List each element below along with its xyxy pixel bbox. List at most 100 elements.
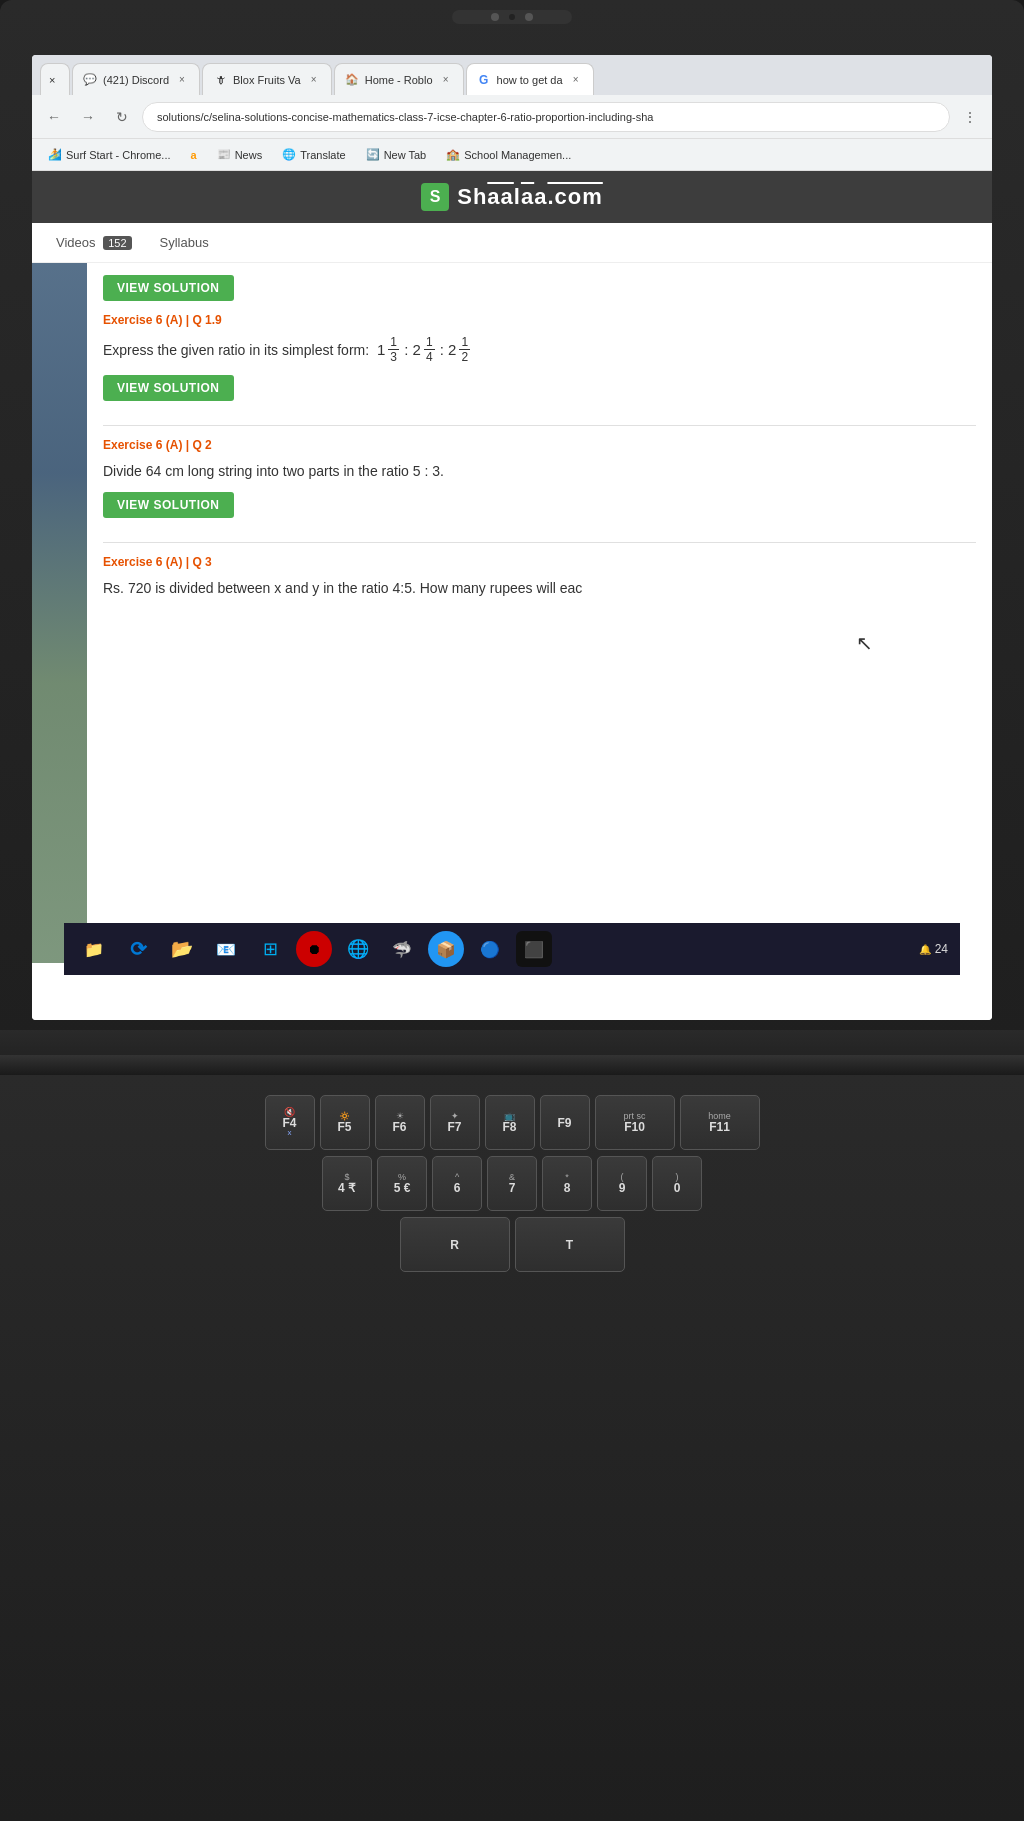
keyboard-rows: 🔇 F4 x 🔅 F5 ☀ F6 ✦ F7 📺 F8 F9: [40, 1095, 984, 1272]
home-tab-label: Home - Roblo: [365, 74, 433, 86]
key-6[interactable]: ^ 6: [432, 1156, 482, 1211]
tab-syllabus[interactable]: Syllabus: [152, 231, 217, 254]
bookmark-news[interactable]: 📰 News: [209, 146, 271, 163]
time-display: 🔔 24: [919, 942, 948, 956]
view-solution-btn-top[interactable]: VIEW SOLUTION: [103, 275, 234, 301]
taskbar-file-manager[interactable]: 📁: [76, 931, 112, 967]
frac-1-2: 12: [459, 335, 470, 365]
key-r[interactable]: R: [400, 1217, 510, 1272]
discord-favicon: 💬: [83, 73, 97, 87]
tab-google[interactable]: G how to get da ×: [466, 63, 594, 95]
school-label: School Managemen...: [464, 149, 571, 161]
main-content: VIEW SOLUTION Exercise 6 (A) | Q 1.9 Exp…: [87, 263, 992, 963]
forward-button[interactable]: →: [74, 103, 102, 131]
key-5[interactable]: % 5 €: [377, 1156, 427, 1211]
google-tab-label: how to get da: [497, 74, 563, 86]
view-solution-btn-1[interactable]: VIEW SOLUTION: [103, 375, 234, 401]
key-f10[interactable]: prt sc F10: [595, 1095, 675, 1150]
laptop-screen-area: × 💬 (421) Discord × 🗡 Blox Fruits Va × 🏠…: [0, 0, 1024, 1130]
bookmark-translate[interactable]: 🌐 Translate: [274, 146, 353, 163]
taskbar-edge[interactable]: ⟳: [120, 931, 156, 967]
tab-videos[interactable]: Videos 152: [48, 231, 140, 254]
browser-screen: × 💬 (421) Discord × 🗡 Blox Fruits Va × 🏠…: [32, 55, 992, 1020]
key-f11[interactable]: home F11: [680, 1095, 760, 1150]
translate-icon: 🌐: [282, 148, 296, 161]
side-panel: [32, 263, 87, 963]
key-4[interactable]: $ 4 ₹: [322, 1156, 372, 1211]
shaalaa-logo: S Shaalaa.com: [421, 183, 603, 211]
mixed-num-2: 214: [413, 335, 436, 365]
math-expression-1: 113 : 214 : 212: [377, 341, 471, 358]
tab-blox[interactable]: 🗡 Blox Fruits Va ×: [202, 63, 332, 95]
number-key-row: $ 4 ₹ % 5 € ^ 6 & 7 * 8 ( 9: [40, 1156, 984, 1211]
bookmark-amazon[interactable]: a: [183, 147, 205, 163]
key-t[interactable]: T: [515, 1217, 625, 1272]
taskbar-app2[interactable]: 📦: [428, 931, 464, 967]
taskbar-windows[interactable]: ⊞: [252, 931, 288, 967]
exercise-label-3: Exercise 6 (A) | Q 3: [103, 555, 976, 569]
key-f7[interactable]: ✦ F7: [430, 1095, 480, 1150]
key-7[interactable]: & 7: [487, 1156, 537, 1211]
extensions-button[interactable]: ⋮: [956, 103, 984, 131]
taskbar-chrome[interactable]: 🌐: [340, 931, 376, 967]
amazon-icon: a: [191, 149, 197, 161]
address-bar[interactable]: solutions/c/selina-solutions-concise-mat…: [142, 102, 950, 132]
blox-favicon: 🗡: [213, 73, 227, 87]
reload-button[interactable]: ↻: [108, 103, 136, 131]
key-f9[interactable]: F9: [540, 1095, 590, 1150]
view-solution-1-label: VIEW SOLUTION: [117, 381, 220, 395]
mixed-num-1: 113: [377, 335, 400, 365]
mixed-num-3: 212: [448, 335, 471, 365]
taskbar-app1[interactable]: 🦈: [384, 931, 420, 967]
bookmark-newtab[interactable]: 🔄 New Tab: [358, 146, 435, 163]
ratio-sep-2: :: [440, 341, 448, 358]
divider-2: [103, 542, 976, 543]
taskbar-record[interactable]: ⏺: [296, 931, 332, 967]
school-icon: 🏫: [446, 148, 460, 161]
exercise-label-1: Exercise 6 (A) | Q 1.9: [103, 313, 976, 327]
key-f8[interactable]: 📺 F8: [485, 1095, 535, 1150]
tab-discord[interactable]: 💬 (421) Discord ×: [72, 63, 200, 95]
bookmarks-bar: 🏄 Surf Start - Chrome... a 📰 News 🌐 Tran…: [32, 139, 992, 171]
address-bar-area: ← → ↻ solutions/c/selina-solutions-conci…: [32, 95, 992, 139]
question-text-1: Express the given ratio in its simplest …: [103, 335, 976, 365]
exercise-label-2: Exercise 6 (A) | Q 2: [103, 438, 976, 452]
back-button[interactable]: ←: [40, 103, 68, 131]
taskbar-mail[interactable]: 📧: [208, 931, 244, 967]
close-all-icon: ×: [49, 74, 55, 86]
taskbar-app3[interactable]: 🔵: [472, 931, 508, 967]
frac-1-3: 13: [388, 335, 399, 365]
page-content: S Shaalaa.com Videos 152 Syllabus: [32, 171, 992, 1020]
news-icon: 📰: [217, 148, 231, 161]
ratio-sep-1: :: [404, 341, 412, 358]
key-f5[interactable]: 🔅 F5: [320, 1095, 370, 1150]
key-f4[interactable]: 🔇 F4 x: [265, 1095, 315, 1150]
logo-letter: S: [430, 188, 441, 206]
syllabus-label: Syllabus: [160, 235, 209, 250]
letter-key-row: R T: [40, 1217, 984, 1272]
home-tab-close[interactable]: ×: [439, 73, 453, 87]
bookmark-school[interactable]: 🏫 School Managemen...: [438, 146, 579, 163]
key-f6[interactable]: ☀ F6: [375, 1095, 425, 1150]
logo-s-badge: S: [421, 183, 449, 211]
discord-tab-close[interactable]: ×: [175, 73, 189, 87]
taskbar-folder[interactable]: 📂: [164, 931, 200, 967]
videos-badge: 152: [103, 236, 131, 250]
blox-tab-close[interactable]: ×: [307, 73, 321, 87]
view-solution-btn-2[interactable]: VIEW SOLUTION: [103, 492, 234, 518]
blox-tab-label: Blox Fruits Va: [233, 74, 301, 86]
key-0[interactable]: ) 0: [652, 1156, 702, 1211]
bookmark-surf-start[interactable]: 🏄 Surf Start - Chrome...: [40, 146, 179, 163]
taskbar-app4[interactable]: ⬛: [516, 931, 552, 967]
key-8[interactable]: * 8: [542, 1156, 592, 1211]
key-9[interactable]: ( 9: [597, 1156, 647, 1211]
google-tab-close[interactable]: ×: [569, 73, 583, 87]
tab-close-all[interactable]: ×: [40, 63, 70, 95]
camera-light: [509, 14, 515, 20]
google-favicon: G: [477, 73, 491, 87]
camera-dot: [491, 13, 499, 21]
news-label: News: [235, 149, 263, 161]
chrome-tabs-bar: × 💬 (421) Discord × 🗡 Blox Fruits Va × 🏠…: [32, 55, 992, 95]
time-text: 24: [935, 942, 948, 956]
tab-home[interactable]: 🏠 Home - Roblo ×: [334, 63, 464, 95]
